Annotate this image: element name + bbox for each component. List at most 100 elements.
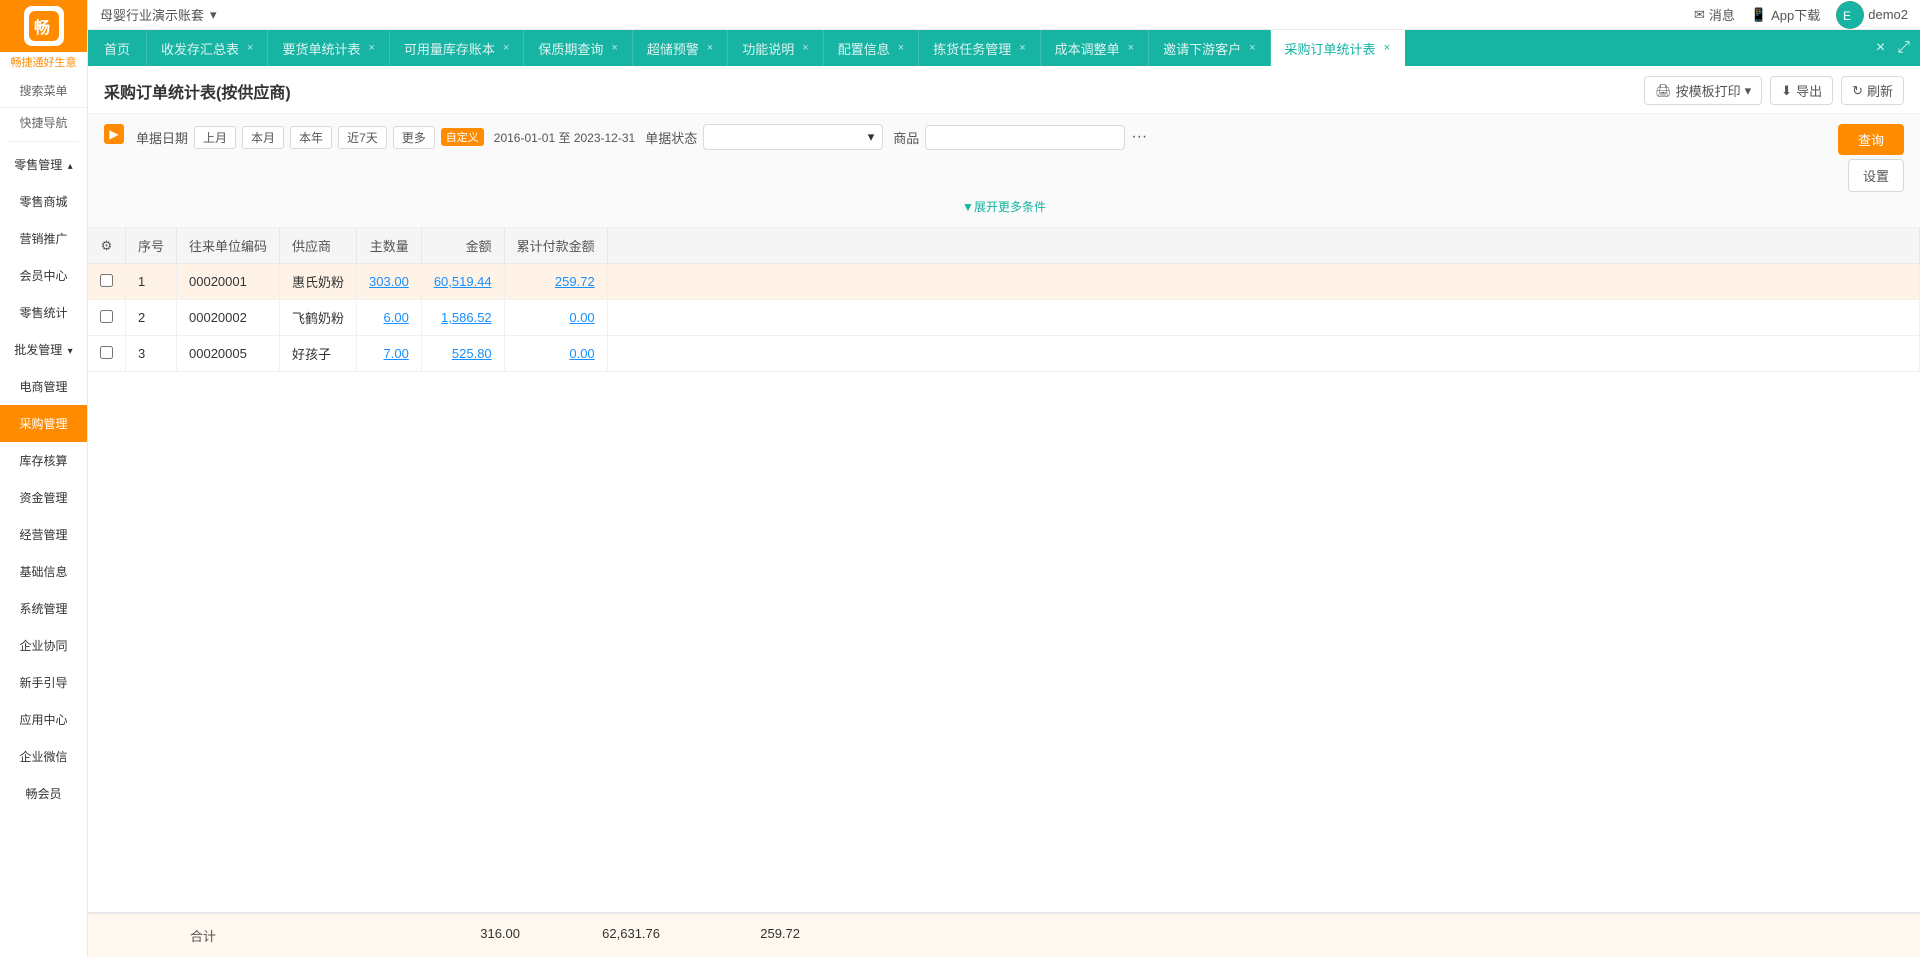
filter-fields: 单据日期 上月 本月 本年 近7天 更多 自定义 2016-01-01 至 20… xyxy=(136,124,1826,150)
row-3-check[interactable] xyxy=(88,336,126,372)
close-icon-3[interactable]: × xyxy=(503,42,509,54)
sidebar-quick-nav[interactable]: 快捷导航 xyxy=(0,108,87,137)
filter-date-last-month[interactable]: 上月 xyxy=(194,126,236,149)
row-2-supplier: 飞鹤奶粉 xyxy=(280,300,357,336)
sidebar-item-enterprise-collab[interactable]: 企业协同 xyxy=(0,627,87,664)
sidebar-item-enterprise-wechat[interactable]: 企业微信 xyxy=(0,738,87,775)
row-1-check[interactable] xyxy=(88,264,126,300)
tab-available-stock[interactable]: 可用量库存账本 × xyxy=(390,30,524,66)
filter-date-7days[interactable]: 近7天 xyxy=(338,126,387,149)
sidebar-item-purchase-mgmt[interactable]: 采购管理 xyxy=(0,405,87,442)
tab-home[interactable]: 首页 xyxy=(88,30,147,66)
close-icon-2[interactable]: × xyxy=(368,42,374,54)
row-1-paid[interactable]: 259.72 xyxy=(504,264,607,300)
close-icon-11[interactable]: × xyxy=(1384,42,1390,54)
tab-invite-downstream[interactable]: 邀请下游客户 × xyxy=(1149,30,1270,66)
filter-goods-input[interactable] xyxy=(925,125,1125,150)
close-icon-8[interactable]: × xyxy=(1019,42,1025,54)
filter-main-row: ▶ 单据日期 上月 本月 本年 近7天 更多 自定义 2016-01-01 至 xyxy=(104,124,1904,192)
close-icon-7[interactable]: × xyxy=(898,42,904,54)
tab-cost-adjust[interactable]: 成本调整单 × xyxy=(1041,30,1149,66)
print-button[interactable]: 🖨 按模板打印 ▾ xyxy=(1644,76,1762,105)
close-icon-9[interactable]: × xyxy=(1128,42,1134,54)
sidebar-item-ops-mgmt[interactable]: 经营管理 xyxy=(0,516,87,553)
footer-qty: 316.00 xyxy=(400,922,540,949)
row-2-checkbox[interactable] xyxy=(100,310,113,323)
sidebar-item-finance-mgmt[interactable]: 资金管理 xyxy=(0,479,87,516)
tab-function-desc[interactable]: 功能说明 × xyxy=(728,30,823,66)
sidebar-item-app-center[interactable]: 应用中心 xyxy=(0,701,87,738)
query-button[interactable]: 查询 xyxy=(1838,124,1904,155)
row-2-qty[interactable]: 6.00 xyxy=(357,300,422,336)
filter-status-select[interactable]: ▾ xyxy=(703,124,883,150)
sidebar: 畅 畅捷通好生意 搜索菜单 快捷导航 零售管理 ▴ 零售商城 营销推广 会员中心… xyxy=(0,0,88,957)
filter-date-this-year[interactable]: 本年 xyxy=(290,126,332,149)
row-3-amount[interactable]: 525.80 xyxy=(421,336,504,372)
tab-overstock-warning[interactable]: 超储预警 × xyxy=(633,30,728,66)
refresh-button[interactable]: ↻ 刷新 xyxy=(1841,76,1904,105)
sidebar-item-vip-member[interactable]: 畅会员 xyxy=(0,775,87,812)
refresh-icon: ↻ xyxy=(1852,83,1863,99)
filter-goods-label: 商品 xyxy=(893,128,919,147)
row-3-paid[interactable]: 0.00 xyxy=(504,336,607,372)
tab-close-all-button[interactable]: × xyxy=(1870,39,1891,57)
message-button[interactable]: ✉ 消息 xyxy=(1694,5,1735,24)
filter-settings-button[interactable]: 设置 xyxy=(1848,159,1904,192)
filter-collapse-arrow[interactable]: ▶ xyxy=(104,124,124,144)
row-2-amount[interactable]: 1,586.52 xyxy=(421,300,504,336)
table-header-settings[interactable]: ⚙ xyxy=(88,228,126,264)
svg-text:E: E xyxy=(1843,9,1851,23)
page-actions: 🖨 按模板打印 ▾ ⬇ 导出 ↻ 刷新 xyxy=(1644,76,1904,105)
sidebar-item-new-user-guide[interactable]: 新手引导 xyxy=(0,664,87,701)
tab-purchase-summary[interactable]: 采购订单统计表 × xyxy=(1271,30,1405,66)
row-2-check[interactable] xyxy=(88,300,126,336)
sidebar-item-inventory[interactable]: 库存核算 xyxy=(0,442,87,479)
chevron-down-icon-2: ▾ xyxy=(68,346,73,357)
filter-date-more[interactable]: 更多 xyxy=(393,126,435,149)
sidebar-item-member-center[interactable]: 会员中心 xyxy=(0,257,87,294)
sidebar-item-retail-mgmt[interactable]: 零售管理 ▴ xyxy=(0,146,87,183)
close-icon[interactable]: × xyxy=(247,42,253,54)
tab-requisition-summary-label: 要货单统计表 xyxy=(282,39,360,58)
export-button[interactable]: ⬇ 导出 xyxy=(1770,76,1833,105)
row-1-amount[interactable]: 60,519.44 xyxy=(421,264,504,300)
filter-custom-tag: 自定义 xyxy=(441,128,484,146)
tab-pick-task-label: 拣货任务管理 xyxy=(933,39,1011,58)
table-header-supplier: 供应商 xyxy=(280,228,357,264)
sidebar-search-menu[interactable]: 搜索菜单 xyxy=(0,74,87,108)
row-1-checkbox[interactable] xyxy=(100,274,113,287)
sidebar-item-ecommerce-mgmt[interactable]: 电商管理 xyxy=(0,368,87,405)
app-download-button[interactable]: 📱 App下载 xyxy=(1751,5,1820,24)
table-header-extra xyxy=(607,228,1919,264)
workspace-selector[interactable]: 母婴行业演示账套 ▾ xyxy=(100,5,217,24)
tab-receive-summary[interactable]: 收发存汇总表 × xyxy=(147,30,268,66)
tab-config-info[interactable]: 配置信息 × xyxy=(824,30,919,66)
sidebar-item-marketing[interactable]: 营销推广 xyxy=(0,220,87,257)
expand-more-conditions[interactable]: ▼ 展开更多条件 xyxy=(104,192,1904,217)
close-icon-6[interactable]: × xyxy=(802,42,808,54)
close-icon-4[interactable]: × xyxy=(611,42,617,54)
sidebar-item-retail-store[interactable]: 零售商城 xyxy=(0,183,87,220)
tab-requisition-summary[interactable]: 要货单统计表 × xyxy=(268,30,389,66)
sidebar-item-retail-stats[interactable]: 零售统计 xyxy=(0,294,87,331)
export-label: 导出 xyxy=(1796,81,1822,100)
sidebar-item-basic-info[interactable]: 基础信息 xyxy=(0,553,87,590)
tab-validity-query[interactable]: 保质期查询 × xyxy=(524,30,632,66)
tab-pick-task[interactable]: 拣货任务管理 × xyxy=(919,30,1040,66)
filter-more-icon[interactable]: ··· xyxy=(1131,128,1147,146)
row-1-qty[interactable]: 303.00 xyxy=(357,264,422,300)
svg-text:畅: 畅 xyxy=(34,18,50,37)
row-2-paid[interactable]: 0.00 xyxy=(504,300,607,336)
row-3-checkbox[interactable] xyxy=(100,346,113,359)
row-3-no: 3 xyxy=(126,336,177,372)
sidebar-item-sys-mgmt[interactable]: 系统管理 xyxy=(0,590,87,627)
user-profile-button[interactable]: E demo2 xyxy=(1836,1,1908,29)
tab-home-label: 首页 xyxy=(104,39,130,58)
row-3-qty[interactable]: 7.00 xyxy=(357,336,422,372)
sidebar-item-wholesale-mgmt[interactable]: 批发管理 ▾ xyxy=(0,331,87,368)
table-header-paid: 累计付款金额 xyxy=(504,228,607,264)
filter-date-this-month[interactable]: 本月 xyxy=(242,126,284,149)
tab-expand-button[interactable]: ⤢ xyxy=(1891,39,1916,57)
close-icon-5[interactable]: × xyxy=(707,42,713,54)
close-icon-10[interactable]: × xyxy=(1249,42,1255,54)
